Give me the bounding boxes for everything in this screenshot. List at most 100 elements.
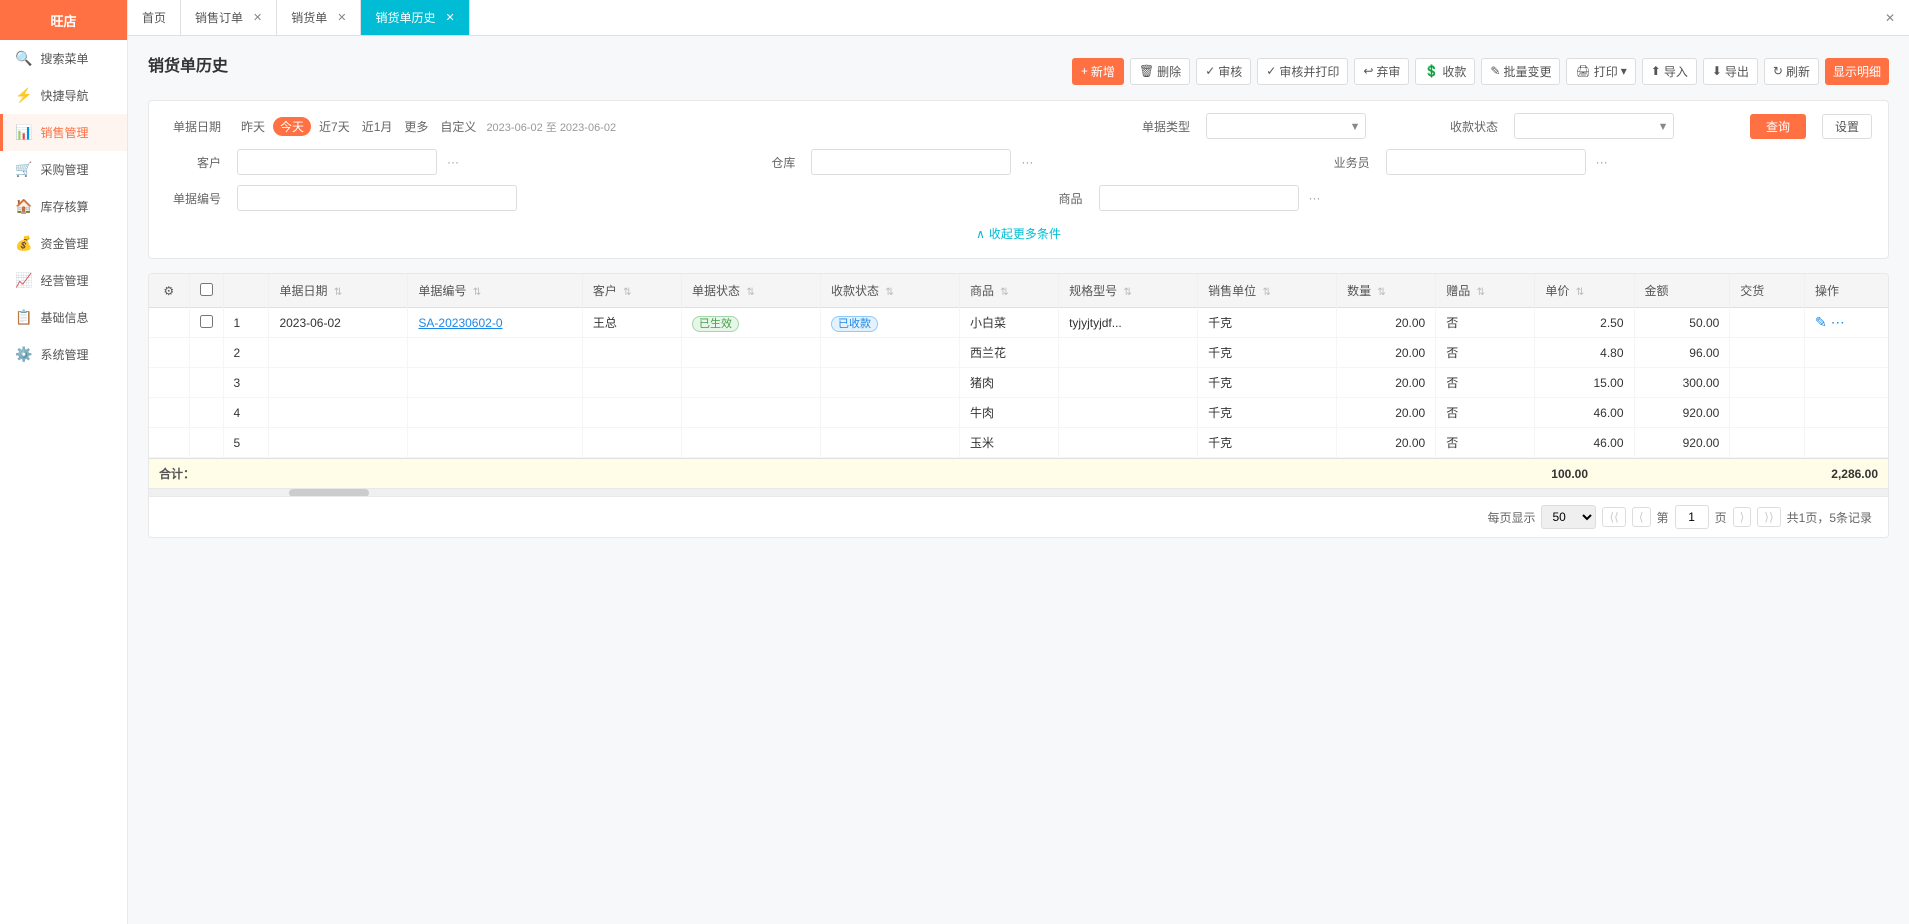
- sidebar-item-sys-mgmt[interactable]: ⚙️ 系统管理: [0, 336, 127, 373]
- print-button[interactable]: 🖨 打印 ▾: [1566, 58, 1635, 85]
- sidebar-item-inventory[interactable]: 🏠 库存核算: [0, 188, 127, 225]
- row-doc-date-4: [269, 428, 408, 458]
- sort-qty-icon[interactable]: ⇅: [1377, 287, 1385, 298]
- filter-row-1: 单据日期 昨天 今天 近7天 近1月 更多 自定义 2023-06-02 至 2…: [165, 113, 1872, 139]
- sidebar-item-purchase-mgmt[interactable]: 🛒 采购管理: [0, 151, 127, 188]
- shortcut-1month[interactable]: 近1月: [358, 117, 397, 136]
- customer-input[interactable]: [237, 149, 437, 175]
- tab-sales-delivery[interactable]: 销货单 ✕: [277, 0, 361, 35]
- last-page-button[interactable]: ⟩⟩: [1757, 507, 1780, 527]
- delete-button[interactable]: 🗑 删除: [1130, 58, 1190, 85]
- tab-sales-history-close[interactable]: ✕: [446, 11, 455, 24]
- shortcut-7days[interactable]: 近7天: [315, 117, 354, 136]
- select-all-checkbox[interactable]: [200, 283, 213, 296]
- warehouse-dots[interactable]: ···: [1017, 155, 1037, 169]
- show-detail-button[interactable]: 显示明细: [1825, 58, 1889, 85]
- tab-sales-order[interactable]: 销售订单 ✕: [181, 0, 277, 35]
- audit-print-icon: ✓: [1266, 64, 1276, 78]
- shortcut-yesterday[interactable]: 昨天: [237, 117, 269, 136]
- payment-status-input[interactable]: [1514, 113, 1674, 139]
- refresh-button[interactable]: ↻ 刷新: [1764, 58, 1819, 85]
- sort-unit-icon[interactable]: ⇅: [1262, 287, 1270, 298]
- sort-product-icon[interactable]: ⇅: [1000, 287, 1008, 298]
- audit-button[interactable]: ✓ 审核: [1196, 58, 1251, 85]
- row-transaction-3: [1730, 398, 1805, 428]
- sort-pay-status-icon[interactable]: ⇅: [885, 287, 893, 298]
- edit-icon[interactable]: ✎: [1815, 314, 1827, 331]
- col-spec: 规格型号 ⇅: [1059, 274, 1198, 308]
- sidebar-item-quick-nav[interactable]: ⚡ 快捷导航: [0, 77, 127, 114]
- collect-button[interactable]: 💲 收款: [1415, 58, 1475, 85]
- warehouse-label: 仓库: [739, 154, 795, 171]
- tab-sales-delivery-close[interactable]: ✕: [337, 11, 346, 24]
- add-button[interactable]: + 新增: [1072, 58, 1124, 85]
- purchase-mgmt-icon: 🛒: [15, 161, 32, 178]
- abandon-button[interactable]: ↩ 弃审: [1354, 58, 1409, 85]
- date-range-value: 2023-06-02 至 2023-06-02: [486, 119, 616, 135]
- row-gear-4: [149, 428, 189, 458]
- product-dots[interactable]: ···: [1305, 191, 1325, 205]
- product-input[interactable]: [1099, 185, 1299, 211]
- next-page-button[interactable]: ⟩: [1733, 507, 1752, 527]
- shortcut-custom[interactable]: 自定义: [436, 117, 480, 136]
- warehouse-input[interactable]: [811, 149, 1011, 175]
- batch-change-button[interactable]: ✎ 批量变更: [1481, 58, 1560, 85]
- doc-no-link[interactable]: SA-20230602-0: [418, 316, 502, 330]
- settings-button[interactable]: 设置: [1822, 114, 1872, 139]
- doc-type-input[interactable]: [1206, 113, 1366, 139]
- gear-icon[interactable]: ⚙: [163, 284, 174, 298]
- import-button[interactable]: ⬆ 导入: [1642, 58, 1697, 85]
- row-amount-3: 920.00: [1634, 398, 1730, 428]
- salesperson-dots[interactable]: ···: [1592, 155, 1612, 169]
- page-number-input[interactable]: [1675, 505, 1709, 529]
- shortcut-today[interactable]: 今天: [273, 117, 311, 136]
- sidebar-item-label: 资金管理: [40, 235, 88, 252]
- audit-print-button[interactable]: ✓ 审核并打印: [1257, 58, 1348, 85]
- export-button[interactable]: ⬇ 导出: [1703, 58, 1758, 85]
- row-gift-3: 否: [1436, 398, 1535, 428]
- sidebar-item-sales-mgmt[interactable]: 📊 销售管理: [0, 114, 127, 151]
- collapse-more[interactable]: ∧ 收起更多条件: [165, 221, 1872, 246]
- sort-doc-date-icon[interactable]: ⇅: [334, 287, 342, 298]
- sort-doc-no-icon[interactable]: ⇅: [473, 287, 481, 298]
- row-customer-0: 王总: [582, 308, 681, 338]
- horizontal-scrollbar[interactable]: [149, 488, 1888, 496]
- row-spec-2: [1059, 368, 1198, 398]
- customer-dots[interactable]: ···: [443, 155, 463, 169]
- sidebar-item-finance[interactable]: 💰 资金管理: [0, 225, 127, 262]
- tab-sales-order-close[interactable]: ✕: [253, 11, 262, 24]
- row-doc-no-1: [408, 338, 582, 368]
- sidebar-item-label: 基础信息: [40, 309, 88, 326]
- tabbar-close-all[interactable]: ✕: [1871, 11, 1909, 25]
- doc-no-input[interactable]: [237, 185, 517, 211]
- row-price-1: 4.80: [1535, 338, 1634, 368]
- prev-page-button[interactable]: ⟨: [1632, 507, 1651, 527]
- sort-gift-icon[interactable]: ⇅: [1477, 287, 1485, 298]
- sidebar-item-label: 搜索菜单: [40, 50, 88, 67]
- per-page-select[interactable]: 50 10 20 100: [1541, 505, 1596, 529]
- sort-spec-icon[interactable]: ⇅: [1123, 287, 1131, 298]
- row-select-checkbox[interactable]: [200, 315, 213, 328]
- shortcut-more[interactable]: 更多: [400, 117, 432, 136]
- salesperson-input[interactable]: [1386, 149, 1586, 175]
- row-qty-3: 20.00: [1337, 398, 1436, 428]
- first-page-button[interactable]: ⟨⟨: [1602, 507, 1625, 527]
- row-action-0: ✎ ⋯: [1805, 308, 1889, 338]
- sort-price-icon[interactable]: ⇅: [1576, 287, 1584, 298]
- row-gear-0: [149, 308, 189, 338]
- sort-doc-status-icon[interactable]: ⇅: [746, 287, 754, 298]
- sort-customer-icon[interactable]: ⇅: [623, 287, 631, 298]
- search-menu-icon: 🔍: [15, 50, 32, 67]
- col-transaction: 交货: [1730, 274, 1805, 308]
- row-pay-status-0: 已收款: [820, 308, 959, 338]
- page-title: 销货单历史: [148, 52, 228, 76]
- sidebar-item-base-info[interactable]: 📋 基础信息: [0, 299, 127, 336]
- tab-sales-history[interactable]: 销货单历史 ✕: [361, 0, 469, 35]
- row-checkbox-4: [189, 428, 223, 458]
- sidebar-item-search-menu[interactable]: 🔍 搜索菜单: [0, 40, 127, 77]
- import-icon: ⬆: [1651, 64, 1661, 78]
- more-icon[interactable]: ⋯: [1831, 314, 1845, 331]
- sidebar-item-business[interactable]: 📈 经营管理: [0, 262, 127, 299]
- query-button[interactable]: 查询: [1750, 114, 1806, 139]
- tab-home[interactable]: 首页: [128, 0, 181, 35]
